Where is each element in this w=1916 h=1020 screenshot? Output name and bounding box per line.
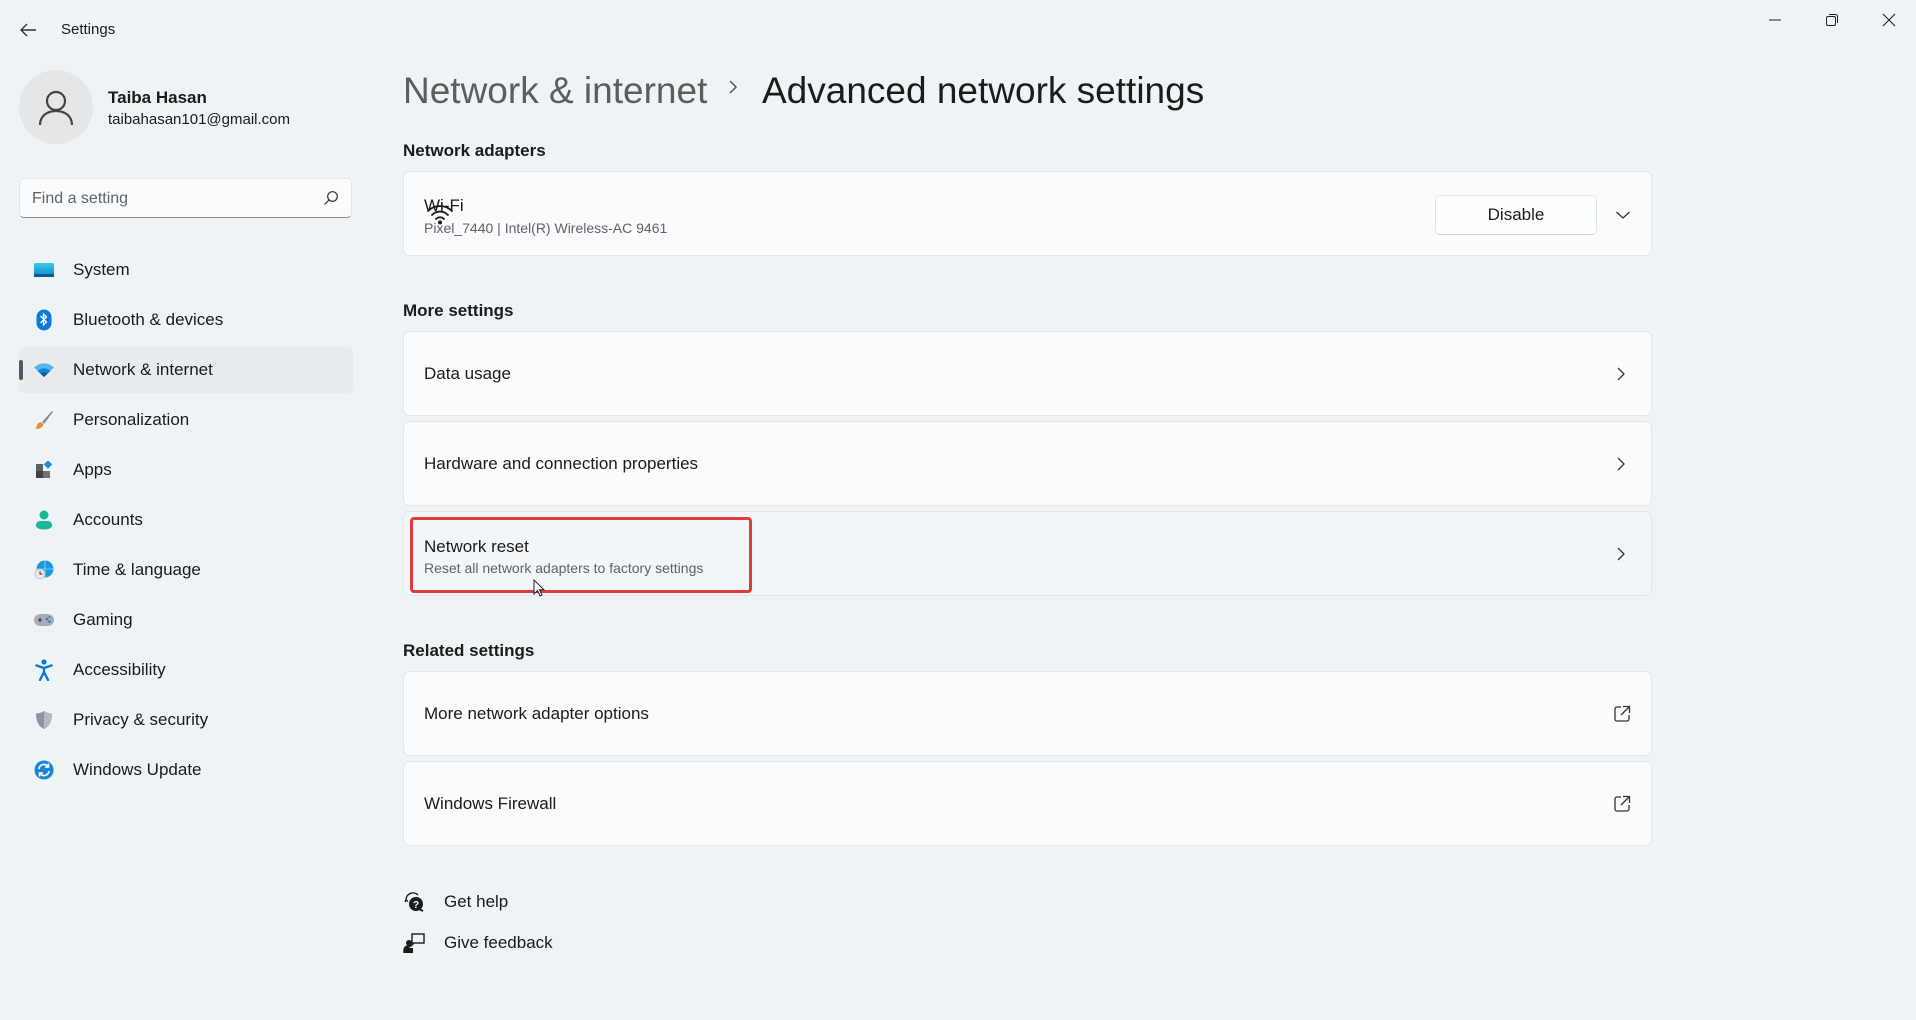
network-reset-card[interactable]: Network reset Reset all network adapters… — [403, 511, 1652, 596]
sidebar-item-label: Bluetooth & devices — [73, 310, 224, 329]
sidebar-item-label: Accounts — [73, 510, 143, 529]
sidebar-item-label: Accessibility — [73, 660, 166, 679]
sidebar-item-label: Time & language — [73, 560, 201, 579]
data-usage-card[interactable]: Data usage — [403, 331, 1652, 416]
avatar[interactable] — [19, 70, 93, 144]
help-icon: ? — [404, 892, 424, 912]
sidebar-item-apps[interactable]: Apps — [19, 447, 353, 493]
sidebar-item-label: System — [73, 260, 130, 279]
sidebar-item-label: Network & internet — [73, 360, 213, 379]
search-box[interactable] — [19, 178, 352, 218]
close-button[interactable] — [1860, 0, 1916, 40]
user-icon — [38, 90, 74, 126]
sidebar-item-accounts[interactable]: Accounts — [19, 497, 353, 543]
sidebar-item-network[interactable]: Network & internet — [19, 347, 353, 393]
mouse-cursor-icon — [533, 578, 546, 602]
section-heading-network-adapters: Network adapters — [403, 141, 546, 160]
sidebar-item-label: Windows Update — [73, 760, 202, 779]
bluetooth-icon — [33, 309, 55, 331]
wifi-icon — [33, 359, 55, 381]
sidebar-item-label: Apps — [73, 460, 112, 479]
disable-button[interactable]: Disable — [1435, 195, 1597, 235]
close-icon — [1882, 13, 1896, 27]
update-icon — [33, 759, 55, 781]
chevron-right-icon — [1617, 367, 1625, 381]
breadcrumb-chevron-icon — [727, 78, 739, 101]
more-adapter-options-card[interactable]: More network adapter options — [403, 671, 1652, 756]
svg-text:?: ? — [413, 900, 419, 911]
minimize-button[interactable] — [1746, 0, 1804, 40]
accounts-icon — [33, 509, 55, 531]
back-arrow-icon — [20, 23, 36, 37]
card-title: More network adapter options — [424, 704, 649, 723]
adapter-details: Pixel_7440 | Intel(R) Wireless-AC 9461 — [424, 220, 668, 236]
give-feedback-label: Give feedback — [444, 933, 553, 952]
back-button[interactable] — [14, 16, 42, 44]
card-title: Windows Firewall — [424, 794, 557, 813]
active-indicator — [19, 360, 23, 380]
search-icon[interactable] — [323, 190, 339, 206]
system-icon — [33, 259, 55, 281]
adapter-name: Wi-Fi — [424, 196, 464, 215]
search-input[interactable] — [32, 188, 312, 210]
shield-icon — [33, 709, 55, 731]
chevron-down-icon — [1616, 211, 1630, 219]
card-title: Network reset — [424, 537, 529, 556]
chevron-right-icon — [1617, 547, 1625, 561]
gamepad-icon — [33, 609, 55, 631]
chevron-right-icon — [1617, 457, 1625, 471]
wifi-adapter-card[interactable]: Wi-Fi Pixel_7440 | Intel(R) Wireless-AC … — [403, 171, 1652, 256]
sidebar-item-personalization[interactable]: Personalization — [19, 397, 353, 443]
card-title: Hardware and connection properties — [424, 454, 699, 473]
accessibility-icon — [33, 659, 55, 681]
section-heading-more-settings: More settings — [403, 301, 514, 320]
windows-firewall-card[interactable]: Windows Firewall — [403, 761, 1652, 846]
app-title: Settings — [61, 21, 116, 38]
sidebar-item-label: Personalization — [73, 410, 190, 429]
section-heading-related-settings: Related settings — [403, 641, 535, 660]
expand-button[interactable] — [1608, 200, 1638, 230]
apps-icon — [33, 459, 55, 481]
sidebar-item-accessibility[interactable]: Accessibility — [19, 647, 353, 693]
card-title: Data usage — [424, 364, 511, 383]
user-name: Taiba Hasan — [108, 88, 207, 107]
restore-button[interactable] — [1803, 0, 1861, 40]
sidebar-item-system[interactable]: System — [19, 247, 353, 293]
user-email: taibahasan101@gmail.com — [108, 111, 290, 128]
card-subtitle: Reset all network adapters to factory se… — [424, 560, 704, 576]
globe-clock-icon — [33, 559, 55, 581]
feedback-icon — [403, 933, 425, 953]
hardware-properties-card[interactable]: Hardware and connection properties — [403, 421, 1652, 506]
sidebar-item-bluetooth[interactable]: Bluetooth & devices — [19, 297, 353, 343]
external-link-icon — [1614, 795, 1631, 812]
get-help-link[interactable]: ? Get help — [403, 888, 508, 916]
sidebar-item-windows-update[interactable]: Windows Update — [19, 747, 353, 793]
get-help-label: Get help — [444, 892, 509, 911]
sidebar-item-time-language[interactable]: Time & language — [19, 547, 353, 593]
sidebar-item-privacy-security[interactable]: Privacy & security — [19, 697, 353, 743]
restore-icon — [1826, 14, 1838, 26]
sidebar-item-label: Gaming — [73, 610, 133, 629]
minimize-icon — [1769, 19, 1781, 21]
external-link-icon — [1614, 705, 1631, 722]
sidebar-item-gaming[interactable]: Gaming — [19, 597, 353, 643]
sidebar-item-label: Privacy & security — [73, 710, 209, 729]
page-title: Advanced network settings — [762, 70, 1205, 111]
breadcrumb-parent[interactable]: Network & internet — [403, 70, 707, 112]
paintbrush-icon — [33, 409, 55, 431]
give-feedback-link[interactable]: Give feedback — [403, 929, 553, 957]
